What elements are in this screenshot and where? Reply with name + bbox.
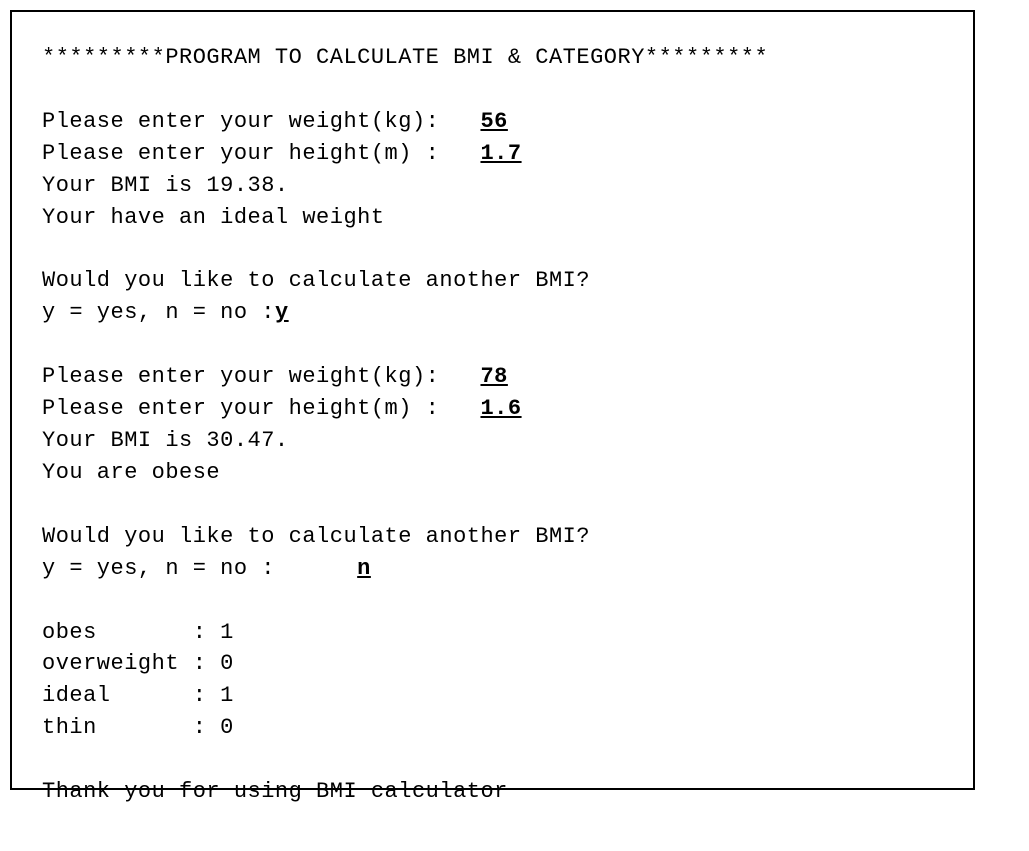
program-header: *********PROGRAM TO CALCULATE BMI & CATE… — [42, 42, 943, 74]
console-output-box: *********PROGRAM TO CALCULATE BMI & CATE… — [10, 10, 975, 790]
summary-overweight: overweight : 0 — [42, 648, 943, 680]
weight-prompt-1: Please enter your weight(kg): 56 — [42, 106, 943, 138]
height-prompt-1: Please enter your height(m) : 1.7 — [42, 138, 943, 170]
summary-ideal: ideal : 1 — [42, 680, 943, 712]
category-result-1: Your have an ideal weight — [42, 202, 943, 234]
height-value-2: 1.6 — [480, 396, 521, 421]
height-prompt-2: Please enter your height(m) : 1.6 — [42, 393, 943, 425]
again-question-2: Would you like to calculate another BMI? — [42, 521, 943, 553]
summary-obes: obes : 1 — [42, 617, 943, 649]
again-prompt-2-text: y = yes, n = no : — [42, 556, 357, 581]
again-prompt-2: y = yes, n = no : n — [42, 553, 943, 585]
again-answer-1: y — [275, 300, 289, 325]
weight-prompt-2: Please enter your weight(kg): 78 — [42, 361, 943, 393]
weight-value-1: 56 — [480, 109, 507, 134]
bmi-result-1: Your BMI is 19.38. — [42, 170, 943, 202]
thank-you: Thank you for using BMI calculator — [42, 776, 943, 808]
height-prompt-1-text: Please enter your height(m) : — [42, 141, 480, 166]
weight-value-2: 78 — [480, 364, 507, 389]
weight-prompt-2-text: Please enter your weight(kg): — [42, 364, 480, 389]
again-answer-2: n — [357, 556, 371, 581]
again-prompt-1-text: y = yes, n = no : — [42, 300, 275, 325]
summary-thin: thin : 0 — [42, 712, 943, 744]
again-prompt-1: y = yes, n = no :y — [42, 297, 943, 329]
bmi-result-2: Your BMI is 30.47. — [42, 425, 943, 457]
again-question-1: Would you like to calculate another BMI? — [42, 265, 943, 297]
weight-prompt-1-text: Please enter your weight(kg): — [42, 109, 480, 134]
height-prompt-2-text: Please enter your height(m) : — [42, 396, 480, 421]
category-result-2: You are obese — [42, 457, 943, 489]
height-value-1: 1.7 — [480, 141, 521, 166]
